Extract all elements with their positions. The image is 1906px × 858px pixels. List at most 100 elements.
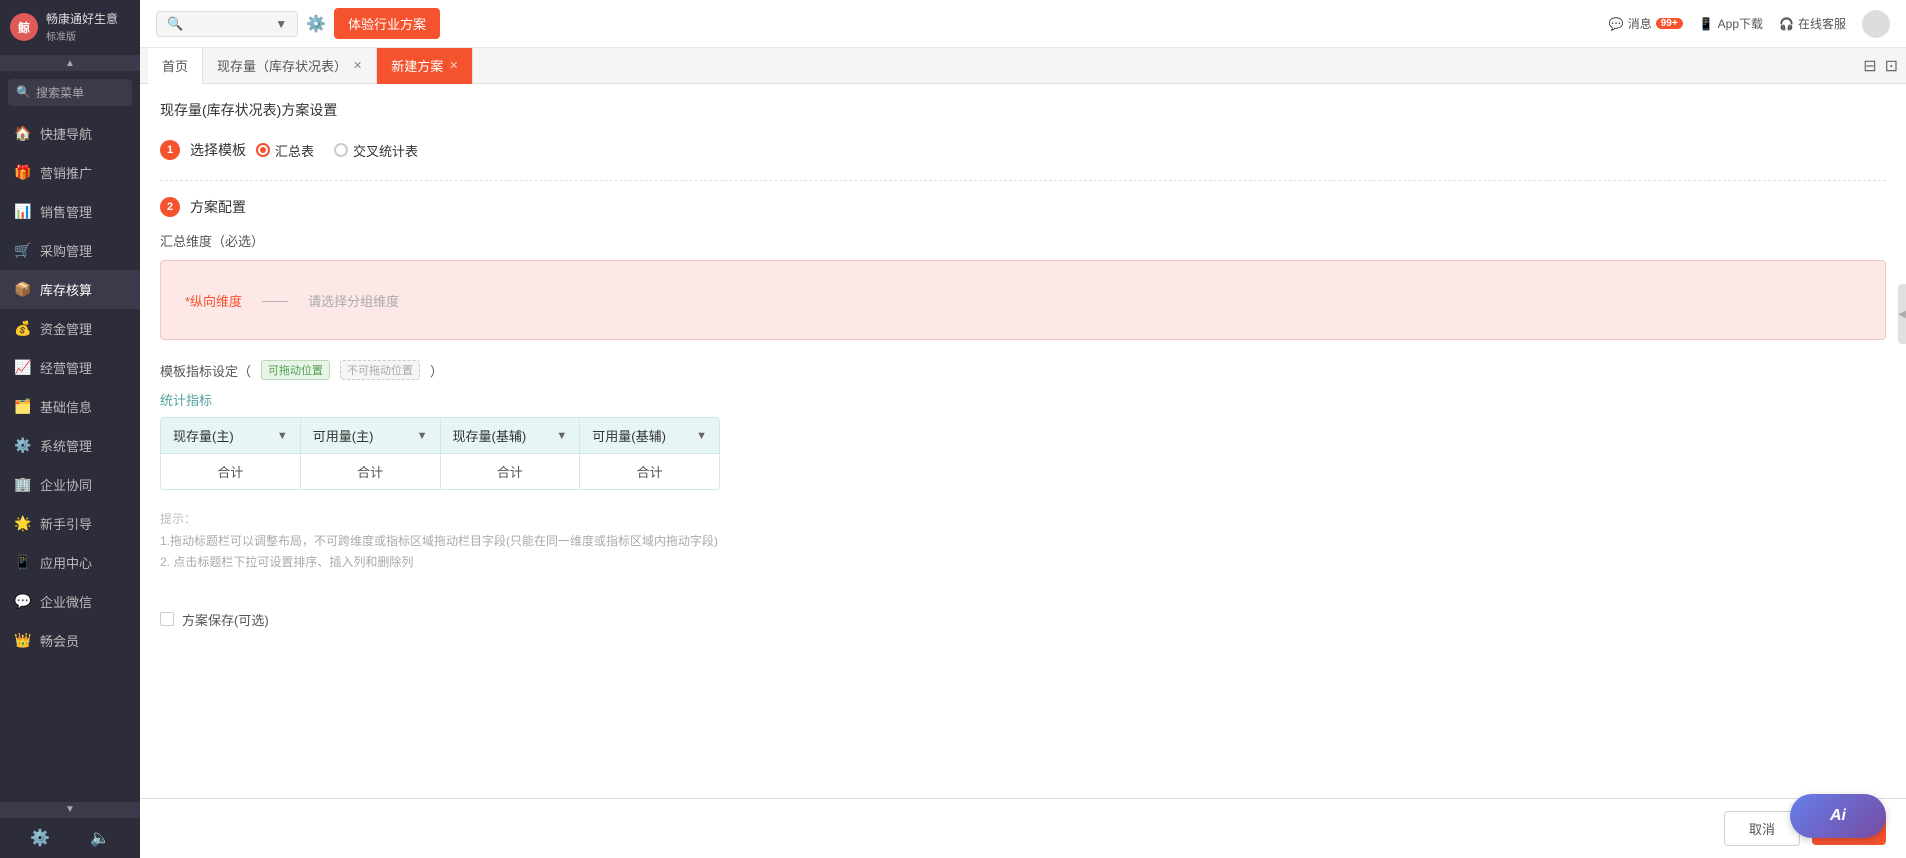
stats-col-header-2[interactable]: 现存量(基辅) ▼: [441, 418, 580, 454]
tab-home-label: 首页: [162, 56, 188, 75]
indicator-label-prefix: 模板指标设定（: [160, 361, 251, 380]
step2-section: 2 方案配置 汇总维度（必选） *纵向维度 —— 请选择分组维度: [160, 197, 1886, 340]
sidebar-item-label: 经营管理: [40, 358, 92, 377]
chevron-down-icon-2[interactable]: ▼: [556, 430, 567, 442]
stats-col-body-2: 合计: [441, 454, 580, 489]
sidebar-item-label: 企业协同: [40, 475, 92, 494]
sidebar-item-sales[interactable]: 📊 销售管理: [0, 192, 140, 231]
sidebar-scroll-up[interactable]: ▲: [0, 56, 140, 71]
sidebar: 鲸 畅康通好生意 标准版 ▲ 🔍 搜索菜单 🏠 快捷导航 🎁 营销推广 📊 销售…: [0, 0, 140, 858]
sidebar-item-label: 企业微信: [40, 592, 92, 611]
sidebar-item-label: 系统管理: [40, 436, 92, 455]
basics-icon: 🗂️: [14, 397, 32, 415]
save-checkbox[interactable]: [160, 612, 174, 626]
online-service-button[interactable]: 🎧 在线客服: [1779, 15, 1846, 32]
trial-button[interactable]: 体验行业方案: [334, 8, 440, 39]
sidebar-item-system[interactable]: ⚙️ 系统管理: [0, 426, 140, 465]
inventory-icon: 📦: [14, 280, 32, 298]
step2-header: 2 方案配置: [160, 197, 1886, 217]
stats-col-1: 可用量(主) ▼ 合计: [301, 418, 441, 489]
sidebar-item-purchase[interactable]: 🛒 采购管理: [0, 231, 140, 270]
tab-inventory-status[interactable]: 现存量（库存状况表） ✕: [203, 48, 377, 84]
save-label: 方案保存(可选): [182, 610, 269, 629]
tab-home[interactable]: 首页: [148, 48, 203, 84]
stats-col-label-3: 可用量(基辅): [592, 426, 666, 445]
message-button[interactable]: 💬 消息 99+: [1609, 15, 1683, 32]
sidebar-nav: 🏠 快捷导航 🎁 营销推广 📊 销售管理 🛒 采购管理 📦 库存核算 💰 资金管…: [0, 114, 140, 802]
dimension-area[interactable]: *纵向维度 —— 请选择分组维度: [160, 260, 1886, 340]
right-panel-toggle[interactable]: ◀: [1898, 284, 1906, 344]
step1-header: 1 选择模板 汇总表 交叉统计表: [160, 140, 1886, 160]
stats-col-body-1: 合计: [301, 454, 440, 489]
sidebar-search[interactable]: 🔍 搜索菜单: [8, 79, 132, 106]
stats-col-header-3[interactable]: 可用量(基辅) ▼: [580, 418, 719, 454]
sidebar-item-label: 新手引导: [40, 514, 92, 533]
sidebar-item-enterprise[interactable]: 🏢 企业协同: [0, 465, 140, 504]
stats-col-header-0[interactable]: 现存量(主) ▼: [161, 418, 300, 454]
tab-minimize-icon[interactable]: ⊟: [1863, 56, 1876, 76]
stats-section-title: 统计指标: [160, 390, 1886, 409]
message-label: 消息: [1628, 15, 1652, 32]
tips-title: 提示：: [160, 512, 196, 526]
message-badge: 99+: [1656, 18, 1683, 29]
stats-col-label-1: 可用量(主): [313, 426, 374, 445]
sidebar-item-basics[interactable]: 🗂️ 基础信息: [0, 387, 140, 426]
save-option: 方案保存(可选): [160, 594, 1886, 629]
stats-col-header-1[interactable]: 可用量(主) ▼: [301, 418, 440, 454]
tab-expand-icon[interactable]: ⊡: [1885, 56, 1898, 76]
chevron-down-icon-1[interactable]: ▼: [417, 430, 428, 442]
user-avatar[interactable]: [1862, 10, 1890, 38]
cancel-button[interactable]: 取消: [1724, 811, 1800, 846]
template-cross-option[interactable]: 交叉统计表: [334, 141, 418, 160]
sidebar-item-inventory[interactable]: 📦 库存核算: [0, 270, 140, 309]
search-input[interactable]: [189, 17, 269, 31]
indicator-settings: 模板指标设定（ 可拖动位置 不可拖动位置 ） 统计指标 现存量(主) ▼ 合计: [160, 360, 1886, 493]
gear-button[interactable]: ⚙️: [306, 14, 326, 34]
finance-icon: 💰: [14, 319, 32, 337]
operations-icon: 📈: [14, 358, 32, 376]
chevron-down-icon-0[interactable]: ▼: [277, 430, 288, 442]
stats-col-label-0: 现存量(主): [173, 426, 234, 445]
dimension-placeholder: 请选择分组维度: [308, 291, 399, 310]
tab-new-plan[interactable]: 新建方案 ✕: [377, 48, 473, 84]
sidebar-item-quick-nav[interactable]: 🏠 快捷导航: [0, 114, 140, 153]
sidebar-item-finance[interactable]: 💰 资金管理: [0, 309, 140, 348]
sidebar-bottom: ⚙️ 🔈: [0, 817, 140, 858]
tab-new-plan-label: 新建方案: [391, 56, 443, 75]
ai-float-label: Ai: [1830, 807, 1846, 825]
system-icon: ⚙️: [14, 436, 32, 454]
template-summary-radio[interactable]: [256, 143, 270, 157]
sidebar-scroll-down[interactable]: ▼: [0, 802, 140, 817]
stats-col-2: 现存量(基辅) ▼ 合计: [441, 418, 581, 489]
ai-float-button[interactable]: Ai: [1790, 794, 1886, 838]
tab-bar: 首页 现存量（库存状况表） ✕ 新建方案 ✕ ⊟ ⊡: [140, 48, 1906, 84]
search-label: 搜索菜单: [36, 84, 84, 101]
wechat-icon: 💬: [14, 592, 32, 610]
panel-toggle-icon: ◀: [1898, 309, 1906, 320]
template-summary-option[interactable]: 汇总表: [256, 141, 314, 160]
app-download-button[interactable]: 📱 App下载: [1699, 15, 1763, 32]
sidebar-item-app-center[interactable]: 📱 应用中心: [0, 543, 140, 582]
bottom-bar: 取消 查询: [140, 798, 1906, 858]
sidebar-item-operations[interactable]: 📈 经营管理: [0, 348, 140, 387]
sidebar-item-newbie[interactable]: 🌟 新手引导: [0, 504, 140, 543]
tip-item-1: 2. 点击标题栏下拉可设置排序、插入列和删除列: [160, 552, 1886, 574]
chevron-down-icon-3[interactable]: ▼: [696, 430, 707, 442]
config-label: 汇总维度（必选）: [160, 231, 1886, 250]
dimension-required: *纵向维度: [185, 291, 242, 310]
tab-inventory-close-icon[interactable]: ✕: [353, 59, 362, 72]
sidebar-item-marketing[interactable]: 🎁 营销推广: [0, 153, 140, 192]
template-cross-radio[interactable]: [334, 143, 348, 157]
quick-nav-icon: 🏠: [14, 124, 32, 142]
search-dropdown-icon[interactable]: ▼: [275, 17, 287, 31]
non-draggable-tag: 不可拖动位置: [340, 360, 420, 380]
search-box[interactable]: 🔍 ▼: [156, 11, 298, 37]
tab-inventory-label: 现存量（库存状况表）: [217, 56, 347, 75]
tab-new-plan-close-icon[interactable]: ✕: [449, 59, 458, 72]
sound-icon[interactable]: 🔈: [90, 828, 110, 848]
settings-icon[interactable]: ⚙️: [30, 828, 50, 848]
sidebar-item-label: 应用中心: [40, 553, 92, 572]
sidebar-item-wechat[interactable]: 💬 企业微信: [0, 582, 140, 621]
app-center-icon: 📱: [14, 553, 32, 571]
sidebar-item-membership[interactable]: 👑 畅会员: [0, 621, 140, 660]
